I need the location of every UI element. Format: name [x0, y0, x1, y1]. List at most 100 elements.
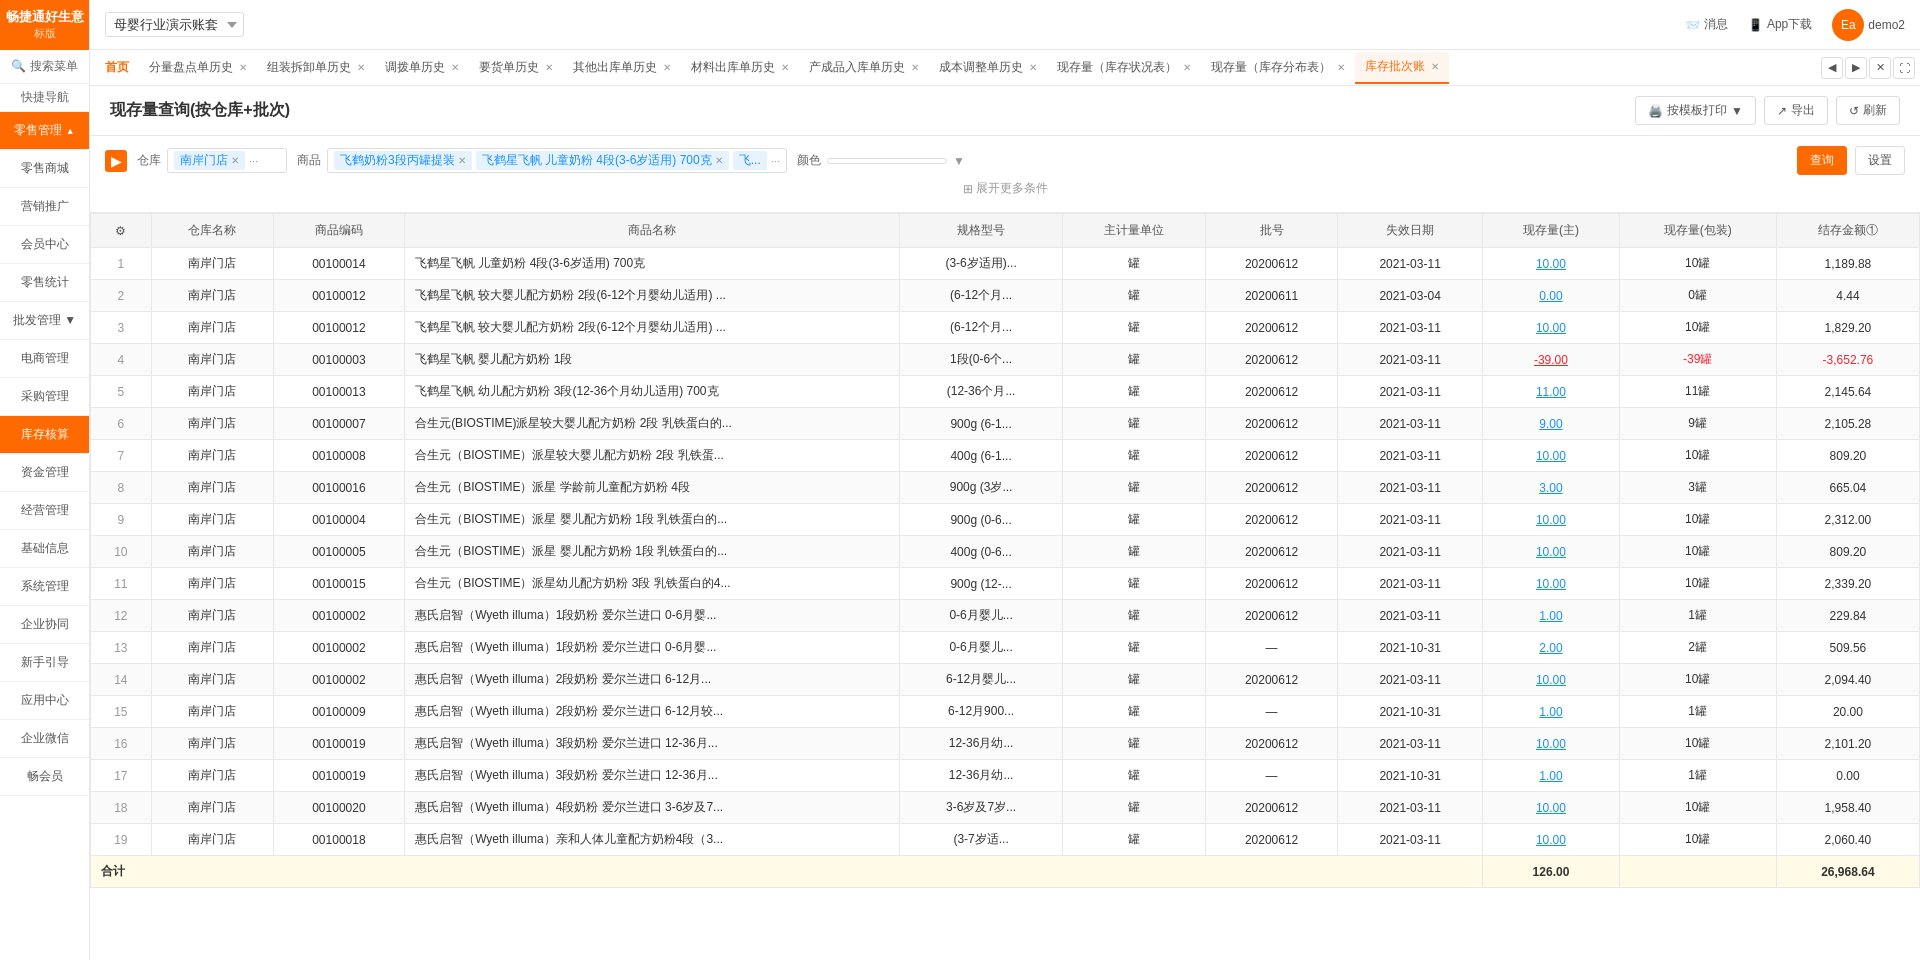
tab-close-all-btn[interactable]: ✕	[1869, 57, 1891, 79]
sidebar-item-inventory[interactable]: 库存核算	[0, 416, 89, 454]
expand-more-btn[interactable]: ⊞ 展开更多条件	[963, 180, 1048, 197]
app-download-btn[interactable]: 📱 App下载	[1748, 16, 1812, 33]
tab-close-cost-adjust[interactable]: ✕	[1029, 62, 1037, 73]
filter-color-input[interactable]	[827, 158, 947, 164]
user-info[interactable]: Ea demo2	[1832, 9, 1905, 41]
cell-qty-main[interactable]: -39.00	[1483, 344, 1619, 376]
cell-qty-pkg: 2罐	[1619, 632, 1776, 664]
sidebar-item-member[interactable]: 会员中心	[0, 226, 89, 264]
sidebar-item-finance[interactable]: 资金管理	[0, 454, 89, 492]
cell-qty-main[interactable]: 9.00	[1483, 408, 1619, 440]
sidebar-item-guide[interactable]: 新手引导	[0, 644, 89, 682]
row-num: 9	[91, 504, 152, 536]
tab-batch-ledger[interactable]: 库存批次账 ✕	[1355, 52, 1449, 84]
cell-qty-main[interactable]: 2.00	[1483, 632, 1619, 664]
tab-next-btn[interactable]: ▶	[1845, 57, 1867, 79]
cell-qty-main[interactable]: 0.00	[1483, 280, 1619, 312]
cell-qty-main[interactable]: 10.00	[1483, 536, 1619, 568]
cell-qty-main[interactable]: 10.00	[1483, 312, 1619, 344]
filter-product-more-btn[interactable]: ···	[771, 155, 780, 167]
tab-outbound[interactable]: 其他出库单历史 ✕	[563, 52, 681, 84]
export-btn[interactable]: ↗ 导出	[1764, 96, 1828, 125]
cell-qty-main[interactable]: 1.00	[1483, 760, 1619, 792]
sidebar-item-retail-stats[interactable]: 零售统计	[0, 264, 89, 302]
print-btn[interactable]: 🖨️ 按模板打印 ▼	[1635, 96, 1756, 125]
tab-cost-adjust[interactable]: 成本调整单历史 ✕	[929, 52, 1047, 84]
cell-qty-main[interactable]: 10.00	[1483, 248, 1619, 280]
topbar-right: 📨 消息 📱 App下载 Ea demo2	[1685, 9, 1905, 41]
tab-close-assembly[interactable]: ✕	[357, 62, 365, 73]
sidebar-item-operations[interactable]: 经营管理	[0, 492, 89, 530]
tab-stock-status[interactable]: 现存量（库存状况表） ✕	[1047, 52, 1201, 84]
refresh-btn[interactable]: ↺ 刷新	[1836, 96, 1900, 125]
sidebar-item-system[interactable]: 系统管理	[0, 568, 89, 606]
sidebar-item-purchase[interactable]: 采购管理	[0, 378, 89, 416]
filter-more-btn[interactable]: ···	[249, 155, 258, 167]
tab-close-material-out[interactable]: ✕	[781, 62, 789, 73]
cell-name: 惠氏启智（Wyeth illuma）1段奶粉 爱尔兰进口 0-6月婴...	[405, 600, 900, 632]
cell-qty-main[interactable]: 10.00	[1483, 824, 1619, 856]
cell-expire: 2021-10-31	[1337, 760, 1483, 792]
quick-nav[interactable]: 快捷导航	[0, 84, 89, 112]
table-row: 6 南岸门店 00100007 合生元(BIOSTIME)派星较大婴儿配方奶粉 …	[91, 408, 1920, 440]
cell-qty-main[interactable]: 10.00	[1483, 728, 1619, 760]
cell-qty-main[interactable]: 1.00	[1483, 696, 1619, 728]
filter-warehouse-tags[interactable]: 南岸门店 ✕ ···	[167, 148, 287, 173]
sidebar-item-vip[interactable]: 畅会员	[0, 758, 89, 796]
cell-qty-main[interactable]: 11.00	[1483, 376, 1619, 408]
cell-qty-main[interactable]: 1.00	[1483, 600, 1619, 632]
sidebar-item-retail-mall[interactable]: 零售商城	[0, 150, 89, 188]
tab-stock-dist[interactable]: 现存量（库存分布表） ✕	[1201, 52, 1355, 84]
tab-inventory-count[interactable]: 分量盘点单历史 ✕	[139, 52, 257, 84]
filter-product-remove-2[interactable]: ✕	[715, 155, 723, 166]
cell-unit: 罐	[1063, 440, 1206, 472]
account-select[interactable]: 母婴行业演示账套	[105, 12, 244, 37]
tab-close-stock-dist[interactable]: ✕	[1337, 62, 1345, 73]
tab-close-transfer[interactable]: ✕	[451, 62, 459, 73]
sidebar-item-ecommerce[interactable]: 电商管理	[0, 340, 89, 378]
tab-fullscreen-btn[interactable]: ⛶	[1893, 57, 1915, 79]
sidebar-item-wechat[interactable]: 企业微信	[0, 720, 89, 758]
cell-qty-main[interactable]: 10.00	[1483, 792, 1619, 824]
query-btn[interactable]: 查询	[1797, 146, 1847, 175]
tab-product-in[interactable]: 产成品入库单历史 ✕	[799, 52, 929, 84]
cell-expire: 2021-03-11	[1337, 792, 1483, 824]
tab-close-stock-status[interactable]: ✕	[1183, 62, 1191, 73]
tab-assembly[interactable]: 组装拆卸单历史 ✕	[257, 52, 375, 84]
cell-qty-main[interactable]: 10.00	[1483, 664, 1619, 696]
tab-close-batch-ledger[interactable]: ✕	[1431, 61, 1439, 72]
search-menu[interactable]: 🔍 搜索菜单	[0, 50, 89, 84]
settings-btn[interactable]: 设置	[1855, 146, 1905, 175]
sidebar-item-wholesale[interactable]: 批发管理 ▼	[0, 302, 89, 340]
sidebar-item-basic-info[interactable]: 基础信息	[0, 530, 89, 568]
cell-qty-main[interactable]: 10.00	[1483, 440, 1619, 472]
cell-name: 惠氏启智（Wyeth illuma）4段奶粉 爱尔兰进口 3-6岁及7...	[405, 792, 900, 824]
filter-expand-btn[interactable]: ▶	[105, 150, 127, 172]
sidebar-item-marketing[interactable]: 营销推广	[0, 188, 89, 226]
sidebar-item-retail-mgmt[interactable]: 零售管理 ▲	[0, 112, 89, 150]
tab-close-outbound[interactable]: ✕	[663, 62, 671, 73]
cell-qty-main[interactable]: 3.00	[1483, 472, 1619, 504]
tab-close-requisition[interactable]: ✕	[545, 62, 553, 73]
tab-close-inventory-count[interactable]: ✕	[239, 62, 247, 73]
tab-close-product-in[interactable]: ✕	[911, 62, 919, 73]
cell-code: 00100002	[273, 600, 404, 632]
row-num: 5	[91, 376, 152, 408]
tab-home[interactable]: 首页	[95, 52, 139, 84]
cell-unit: 罐	[1063, 600, 1206, 632]
cell-qty-main[interactable]: 10.00	[1483, 568, 1619, 600]
tab-material-out[interactable]: 材料出库单历史 ✕	[681, 52, 799, 84]
col-settings[interactable]: ⚙	[91, 214, 152, 248]
filter-product-remove-1[interactable]: ✕	[458, 155, 466, 166]
sidebar-item-enterprise[interactable]: 企业协同	[0, 606, 89, 644]
cell-spec: 12-36月幼...	[899, 728, 1062, 760]
tab-transfer[interactable]: 调拨单历史 ✕	[375, 52, 469, 84]
message-btn[interactable]: 📨 消息	[1685, 16, 1728, 33]
cell-qty-main[interactable]: 10.00	[1483, 504, 1619, 536]
tab-prev-btn[interactable]: ◀	[1821, 57, 1843, 79]
tab-requisition[interactable]: 要货单历史 ✕	[469, 52, 563, 84]
filter-warehouse-remove[interactable]: ✕	[231, 155, 239, 166]
cell-qty-pkg: 3罐	[1619, 472, 1776, 504]
sidebar-item-appstore[interactable]: 应用中心	[0, 682, 89, 720]
filter-product-tags[interactable]: 飞鹤奶粉3段丙罐提装 ✕ 飞鹤星飞帆 儿童奶粉 4段(3-6岁适用) 700克 …	[327, 148, 787, 173]
